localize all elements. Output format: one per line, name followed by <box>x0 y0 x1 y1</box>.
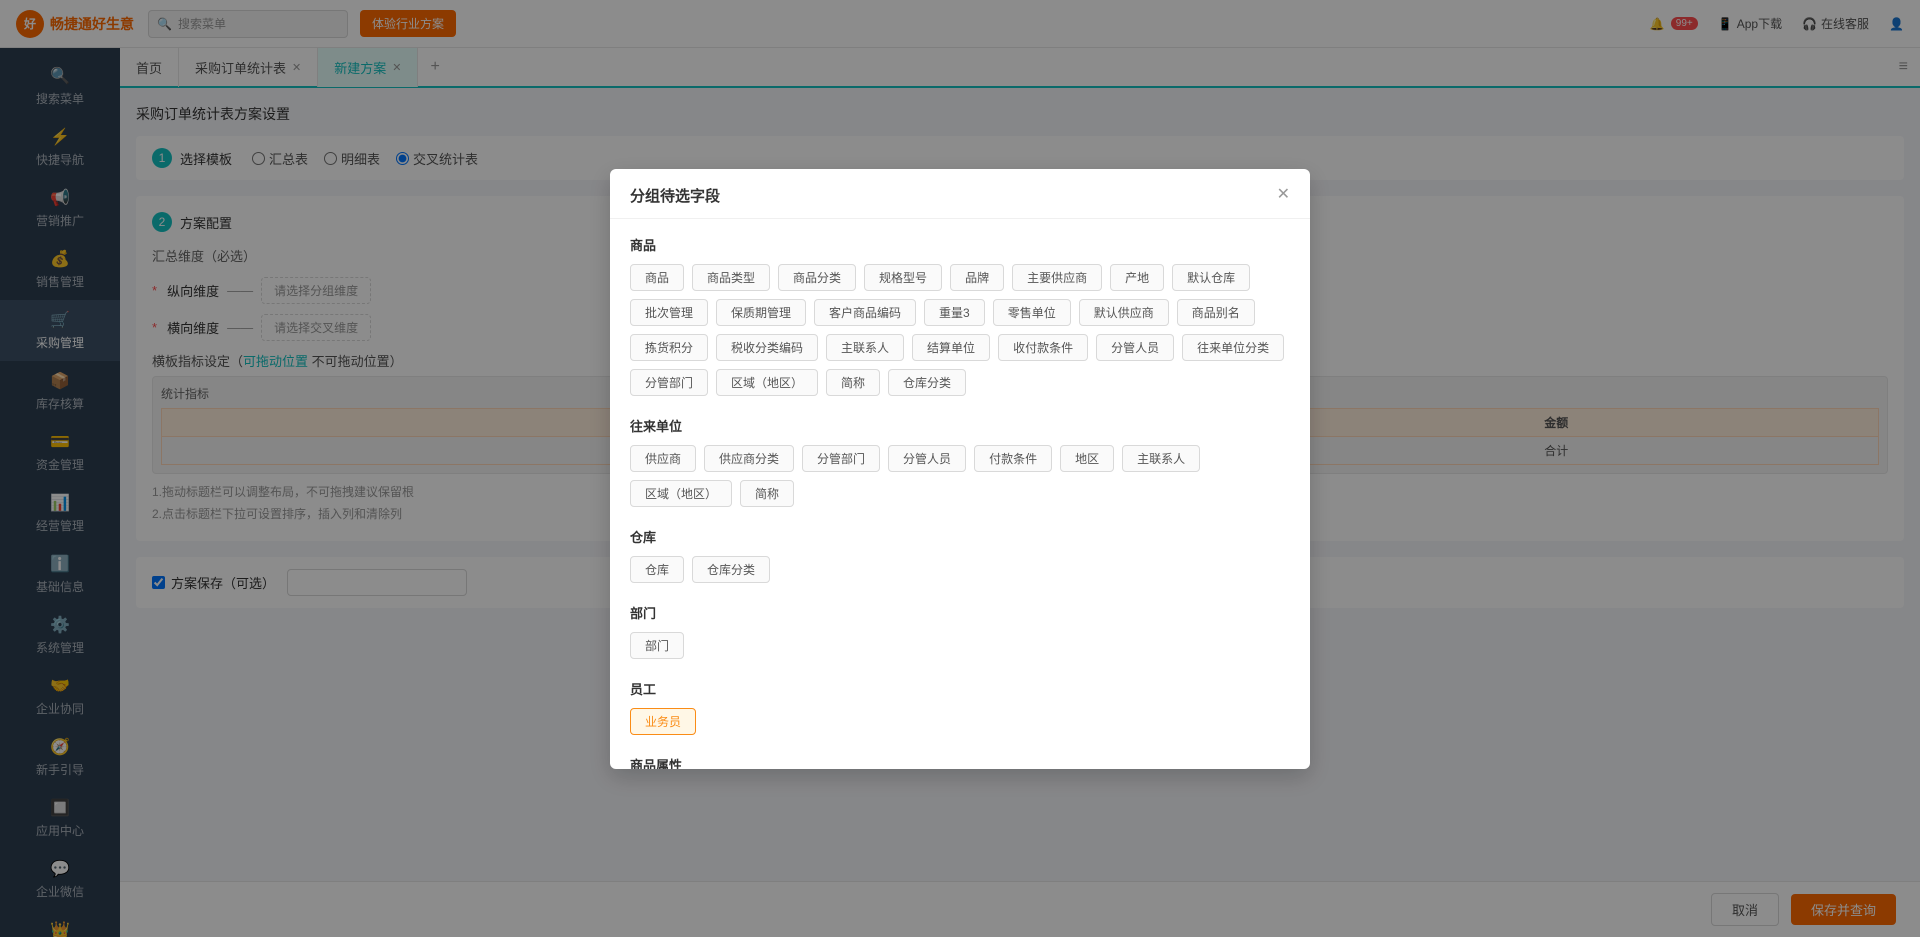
field-chip-product[interactable]: 商品 <box>630 264 684 291</box>
field-chip-brand[interactable]: 品牌 <box>950 264 1004 291</box>
modal-overlay: 分组待选字段 ✕ 商品 商品 商品类型 商品分类 规格型号 品牌 主要供应商 产… <box>0 0 1920 937</box>
field-chip-area[interactable]: 地区 <box>1060 445 1114 472</box>
field-chip-supplier[interactable]: 供应商 <box>630 445 696 472</box>
field-chip-wh-cat[interactable]: 仓库分类 <box>888 369 966 396</box>
dept-field-grid: 部门 <box>630 632 1290 659</box>
field-chip-wh-cat2[interactable]: 仓库分类 <box>692 556 770 583</box>
section-dept-title: 部门 <box>630 603 1290 622</box>
partner-field-grid: 供应商 供应商分类 分管部门 分管人员 付款条件 地区 主联系人 区域（地区） … <box>630 445 1290 507</box>
field-chip-default-wh[interactable]: 默认仓库 <box>1172 264 1250 291</box>
field-chip-short2[interactable]: 简称 <box>740 480 794 507</box>
section-warehouse: 仓库 仓库 仓库分类 <box>630 527 1290 583</box>
field-chip-pick-score[interactable]: 拣货积分 <box>630 334 708 361</box>
field-chip-supervisor[interactable]: 分管人员 <box>1096 334 1174 361</box>
field-chip-pay-terms[interactable]: 付款条件 <box>974 445 1052 472</box>
section-department: 部门 部门 <box>630 603 1290 659</box>
section-attr-title: 商品属性 <box>630 755 1290 769</box>
field-chip-cust-code[interactable]: 客户商品编码 <box>814 299 916 326</box>
section-warehouse-title: 仓库 <box>630 527 1290 546</box>
field-chip-payment-terms[interactable]: 收付款条件 <box>998 334 1088 361</box>
field-chip-region2[interactable]: 区域（地区） <box>630 480 732 507</box>
modal-title: 分组待选字段 <box>630 185 720 206</box>
modal-body[interactable]: 商品 商品 商品类型 商品分类 规格型号 品牌 主要供应商 产地 默认仓库 批次… <box>610 219 1310 769</box>
warehouse-field-grid: 仓库 仓库分类 <box>630 556 1290 583</box>
field-chip-dept[interactable]: 部门 <box>630 632 684 659</box>
field-chip-shelf-life[interactable]: 保质期管理 <box>716 299 806 326</box>
section-product: 商品 商品 商品类型 商品分类 规格型号 品牌 主要供应商 产地 默认仓库 批次… <box>630 235 1290 396</box>
section-product-title: 商品 <box>630 235 1290 254</box>
field-chip-spec[interactable]: 规格型号 <box>864 264 942 291</box>
field-chip-settle-unit[interactable]: 结算单位 <box>912 334 990 361</box>
modal: 分组待选字段 ✕ 商品 商品 商品类型 商品分类 规格型号 品牌 主要供应商 产… <box>610 169 1310 769</box>
field-chip-weight[interactable]: 重量3 <box>924 299 985 326</box>
field-chip-main-contact2[interactable]: 主联系人 <box>1122 445 1200 472</box>
field-chip-origin[interactable]: 产地 <box>1110 264 1164 291</box>
field-chip-salesman[interactable]: 业务员 <box>630 708 696 735</box>
field-chip-tax-code[interactable]: 税收分类编码 <box>716 334 818 361</box>
field-chip-supplier-cat[interactable]: 供应商分类 <box>704 445 794 472</box>
field-chip-short-name[interactable]: 简称 <box>826 369 880 396</box>
section-emp-title: 员工 <box>630 679 1290 698</box>
field-chip-partner-cat[interactable]: 往来单位分类 <box>1182 334 1284 361</box>
field-chip-main-supplier[interactable]: 主要供应商 <box>1012 264 1102 291</box>
field-chip-default-supplier[interactable]: 默认供应商 <box>1079 299 1169 326</box>
field-chip-partner-person[interactable]: 分管人员 <box>888 445 966 472</box>
field-chip-product-type[interactable]: 商品类型 <box>692 264 770 291</box>
modal-header: 分组待选字段 ✕ <box>610 169 1310 219</box>
section-partner: 往来单位 供应商 供应商分类 分管部门 分管人员 付款条件 地区 主联系人 区域… <box>630 416 1290 507</box>
emp-field-grid: 业务员 <box>630 708 1290 735</box>
field-chip-wh[interactable]: 仓库 <box>630 556 684 583</box>
field-chip-main-contact[interactable]: 主联系人 <box>826 334 904 361</box>
field-chip-partner-dept[interactable]: 分管部门 <box>802 445 880 472</box>
modal-close-btn[interactable]: ✕ <box>1277 187 1290 203</box>
field-chip-product-cat[interactable]: 商品分类 <box>778 264 856 291</box>
field-chip-dept-manager[interactable]: 分管部门 <box>630 369 708 396</box>
field-chip-region[interactable]: 区域（地区） <box>716 369 818 396</box>
section-employee: 员工 业务员 <box>630 679 1290 735</box>
field-chip-retail-unit[interactable]: 零售单位 <box>993 299 1071 326</box>
field-chip-batch[interactable]: 批次管理 <box>630 299 708 326</box>
section-product-attr: 商品属性 属性 颜色 多规格 尺码 鞋码 1 <box>630 755 1290 769</box>
product-field-grid: 商品 商品类型 商品分类 规格型号 品牌 主要供应商 产地 默认仓库 批次管理 … <box>630 264 1290 396</box>
field-chip-alias[interactable]: 商品别名 <box>1177 299 1255 326</box>
section-partner-title: 往来单位 <box>630 416 1290 435</box>
